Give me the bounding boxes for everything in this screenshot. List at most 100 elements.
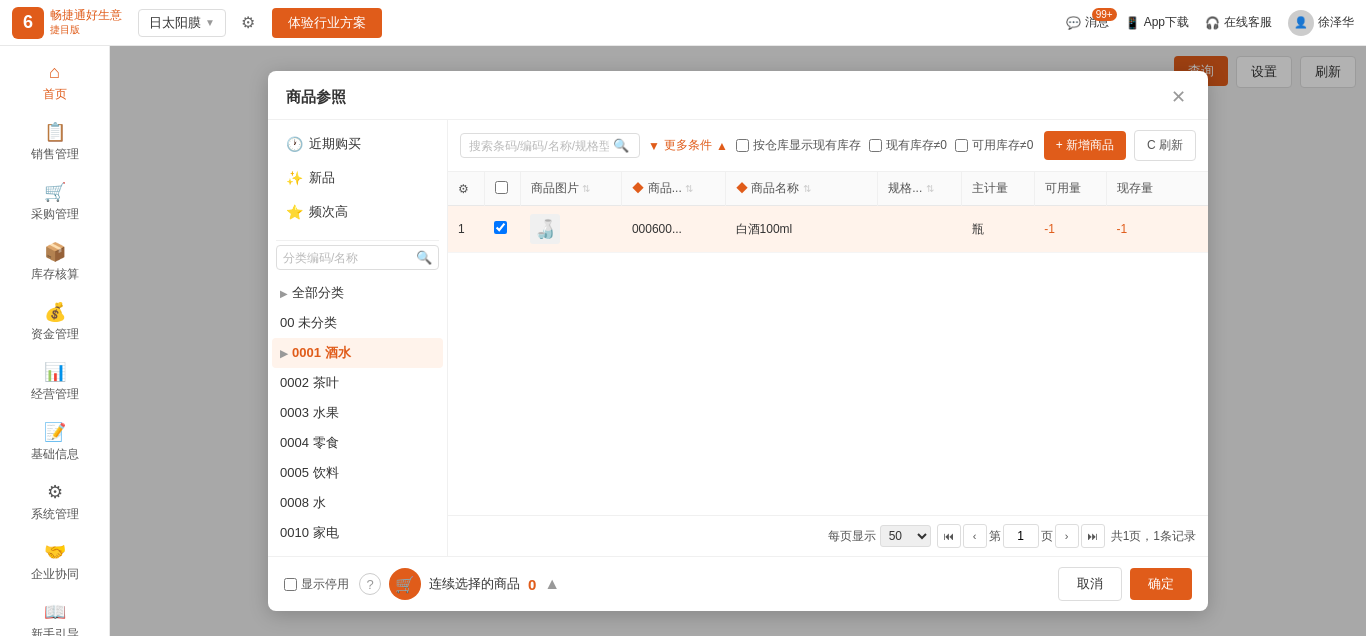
service-label: 在线客服	[1224, 14, 1272, 31]
product-search-box: 🔍	[460, 133, 640, 158]
warehouse-checkbox-label[interactable]: 按仓库显示现有库存	[736, 137, 861, 154]
nav-right: 💬 消息 99+ 📱 App下载 🎧 在线客服 👤 徐泽华	[1066, 10, 1354, 36]
sidebar-item-sales[interactable]: 📋 销售管理	[0, 113, 109, 171]
th-checkbox	[484, 172, 520, 206]
cat-item-label: 0008 水	[280, 494, 326, 512]
first-page-button[interactable]: ⏮	[937, 524, 961, 548]
sidebar-item-system[interactable]: ⚙ 系统管理	[0, 473, 109, 531]
show-disabled-checkbox[interactable]	[284, 578, 297, 591]
logo-sub: 捷目版	[50, 23, 122, 37]
select-all-checkbox[interactable]	[495, 181, 508, 194]
product-table: ⚙ 商品图片 ⇅	[448, 172, 1208, 253]
filter-button[interactable]: ▼ 更多条件 ▲	[648, 137, 728, 154]
sort-icon: ⇅	[685, 183, 693, 194]
user-avatar: 👤	[1288, 10, 1314, 36]
store-selector[interactable]: 日太阳膜 ▼	[138, 9, 226, 37]
guide-icon: 📖	[44, 601, 66, 623]
th-code: ◆ 商品... ⇅	[622, 172, 726, 206]
th-spec-label: 规格...	[888, 181, 922, 195]
cancel-button[interactable]: 取消	[1058, 567, 1122, 601]
sidebar-item-finance[interactable]: 💰 资金管理	[0, 293, 109, 351]
finance-icon: 💰	[44, 301, 66, 323]
cat-item-label: 0002 茶叶	[280, 374, 339, 392]
warehouse-checkbox[interactable]	[736, 139, 749, 152]
row-select-checkbox[interactable]	[494, 221, 507, 234]
message-nav-item[interactable]: 💬 消息 99+	[1066, 14, 1109, 31]
cat-item-label: 0004 零食	[280, 434, 339, 452]
sidebar-item-operations[interactable]: 📊 经营管理	[0, 353, 109, 411]
refresh-button[interactable]: C 刷新	[1134, 130, 1196, 161]
home-icon: ⌂	[49, 62, 60, 83]
modal-body: 🕐 近期购买 ✨ 新品 ⭐ 频次高	[268, 120, 1208, 556]
cat-item-all[interactable]: ▶ 全部分类	[272, 278, 443, 308]
sidebar-item-basic-info[interactable]: 📝 基础信息	[0, 413, 109, 471]
logo-icon: 6	[12, 7, 44, 39]
cat-item-liquor[interactable]: ▶ 0001 酒水	[272, 338, 443, 368]
next-page-button[interactable]: ›	[1055, 524, 1079, 548]
sidebar-item-inventory[interactable]: 📦 库存核算	[0, 233, 109, 291]
prev-page-button[interactable]: ‹	[963, 524, 987, 548]
modal-close-button[interactable]: ✕	[1166, 85, 1190, 109]
cat-item-water[interactable]: 0008 水	[272, 488, 443, 518]
settings-gear-icon[interactable]: ⚙	[232, 7, 264, 39]
toolbar-right: + 新增商品 C 刷新	[1044, 130, 1196, 161]
available-checkbox-label[interactable]: 可用库存≠0	[955, 137, 1033, 154]
stock-checkbox[interactable]	[869, 139, 882, 152]
sidebar-item-home[interactable]: ⌂ 首页	[0, 54, 109, 111]
page-text2: 页	[1041, 528, 1053, 545]
per-page-selector[interactable]: 10 20 50 100	[880, 525, 931, 547]
th-stock-label: 现存量	[1117, 181, 1153, 195]
tab-new[interactable]: ✨ 新品	[276, 162, 439, 194]
sidebar-item-label: 经营管理	[31, 386, 79, 403]
confirm-button[interactable]: 确定	[1130, 568, 1192, 600]
user-nav-item[interactable]: 👤 徐泽华	[1288, 10, 1354, 36]
sidebar-item-enterprise[interactable]: 🤝 企业协同	[0, 533, 109, 591]
help-icon[interactable]: ?	[359, 573, 381, 595]
tab-recent[interactable]: 🕐 近期购买	[276, 128, 439, 160]
mobile-icon: 📱	[1125, 16, 1140, 30]
purchase-icon: 🛒	[44, 181, 66, 203]
th-available-label: 可用量	[1045, 181, 1081, 195]
cat-item-fruit[interactable]: 0003 水果	[272, 398, 443, 428]
th-gear[interactable]: ⚙	[448, 172, 484, 206]
dropdown-arrow-icon: ▼	[205, 17, 215, 28]
modal-overlay: 商品参照 ✕ 🕐 近期购买 ✨	[110, 46, 1366, 636]
tab-frequent[interactable]: ⭐ 频次高	[276, 196, 439, 228]
cart-count: 0	[528, 576, 536, 593]
category-search-input[interactable]	[283, 251, 412, 265]
product-search-input[interactable]	[469, 139, 609, 153]
sidebar-item-label: 首页	[43, 86, 67, 103]
sidebar-item-label: 资金管理	[31, 326, 79, 343]
per-page-label: 每页显示	[828, 528, 876, 545]
row-image: 🍶	[520, 206, 622, 253]
stock-checkbox-label[interactable]: 现有库存≠0	[869, 137, 947, 154]
th-image-label: 商品图片	[531, 181, 579, 195]
cat-item-snack[interactable]: 0004 零食	[272, 428, 443, 458]
app-download-nav-item[interactable]: 📱 App下载	[1125, 14, 1189, 31]
show-disabled-label[interactable]: 显示停用	[284, 576, 349, 593]
th-stock: 现存量	[1106, 172, 1208, 206]
tab-new-label: 新品	[309, 169, 335, 187]
cat-item-label: 全部分类	[292, 284, 344, 302]
tab-frequent-label: 频次高	[309, 203, 348, 221]
table-row[interactable]: 1 🍶	[448, 206, 1208, 253]
sidebar-item-purchase[interactable]: 🛒 采购管理	[0, 173, 109, 231]
sidebar-item-guide[interactable]: 📖 新手引导	[0, 593, 109, 636]
cart-icon[interactable]: 🛒	[389, 568, 421, 600]
cat-item-uncategorized[interactable]: 00 未分类	[272, 308, 443, 338]
page-number-input[interactable]	[1003, 524, 1039, 548]
trial-button[interactable]: 体验行业方案	[272, 8, 382, 38]
product-image: 🍶	[534, 218, 556, 240]
last-page-button[interactable]: ⏭	[1081, 524, 1105, 548]
operations-icon: 📊	[44, 361, 66, 383]
sort-icon: ⇅	[803, 183, 811, 194]
cat-item-beverage[interactable]: 0005 饮料	[272, 458, 443, 488]
cat-item-appliance[interactable]: 0010 家电	[272, 518, 443, 548]
enterprise-icon: 🤝	[44, 541, 66, 563]
service-nav-item[interactable]: 🎧 在线客服	[1205, 14, 1272, 31]
add-product-button[interactable]: + 新增商品	[1044, 131, 1126, 160]
cat-item-tea[interactable]: 0002 茶叶	[272, 368, 443, 398]
available-checkbox[interactable]	[955, 139, 968, 152]
th-unit: 主计量	[962, 172, 1034, 206]
cart-collapse-icon[interactable]: ▲	[544, 575, 560, 593]
